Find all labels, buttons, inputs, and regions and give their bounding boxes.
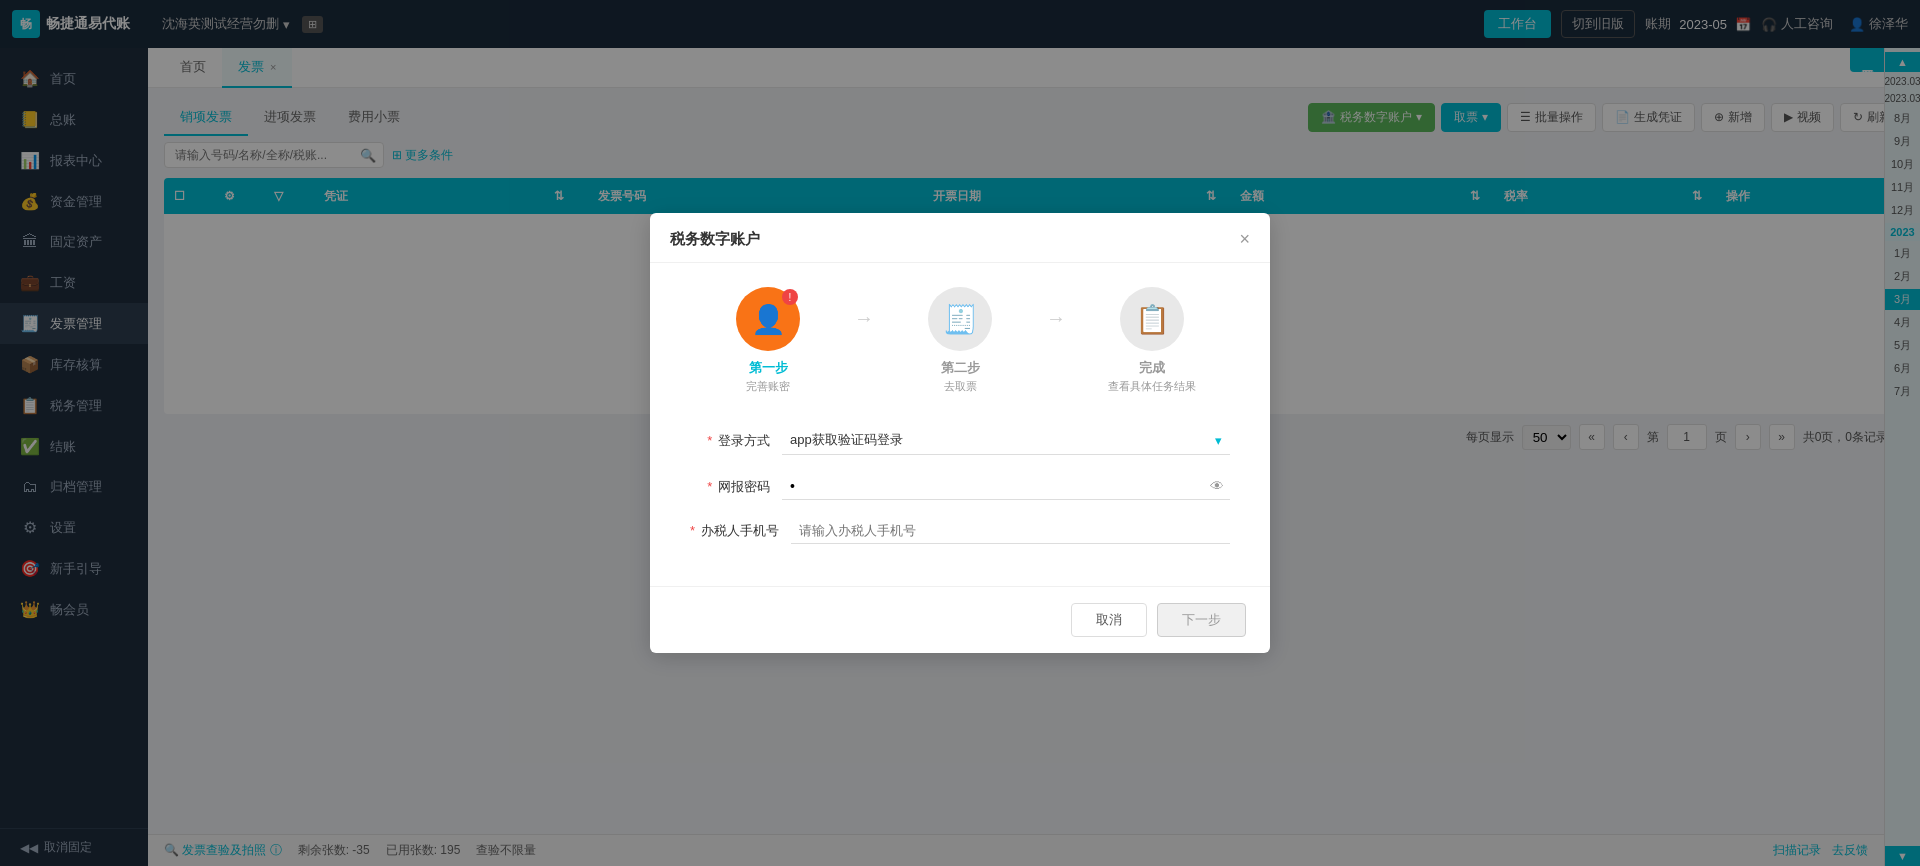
modal-dialog: 税务数字账户 × 👤 ! 第一步 完善账密 → — [650, 213, 1270, 653]
required-star-3: * — [690, 523, 695, 538]
password-input-wrap: 👁 — [782, 473, 1230, 500]
step-2-desc: 去取票 — [944, 379, 977, 394]
step-3-label: 完成 — [1139, 359, 1165, 377]
modal-title: 税务数字账户 — [670, 230, 760, 249]
modal-overlay[interactable]: 税务数字账户 × 👤 ! 第一步 完善账密 → — [0, 0, 1920, 866]
step-2-symbol: 🧾 — [943, 303, 978, 336]
password-input[interactable] — [782, 473, 1230, 499]
modal-footer: 取消 下一步 — [650, 586, 1270, 653]
eye-icon[interactable]: 👁 — [1210, 478, 1224, 494]
step-arrow-1: → — [846, 307, 882, 330]
step-1-icon: 👤 ! — [736, 287, 800, 351]
step-1-badge-text: ! — [789, 292, 792, 303]
modal-body: 👤 ! 第一步 完善账密 → 🧾 第二步 去取票 — [650, 263, 1270, 586]
modal-close-button[interactable]: × — [1239, 229, 1250, 250]
step-2-label: 第二步 — [941, 359, 980, 377]
select-dropdown-icon: ▾ — [1215, 433, 1222, 448]
required-star-1: * — [707, 433, 712, 448]
step-1-desc: 完善账密 — [746, 379, 790, 394]
cancel-button[interactable]: 取消 — [1071, 603, 1147, 637]
modal-header: 税务数字账户 × — [650, 213, 1270, 263]
step-1-label: 第一步 — [749, 359, 788, 377]
phone-row: * 办税人手机号 — [690, 518, 1230, 544]
step-3-symbol: 📋 — [1135, 303, 1170, 336]
step-1: 👤 ! 第一步 完善账密 — [690, 287, 846, 394]
steps-indicator: 👤 ! 第一步 完善账密 → 🧾 第二步 去取票 — [690, 287, 1230, 394]
step-arrow-2: → — [1038, 307, 1074, 330]
login-method-value: app获取验证码登录 — [790, 431, 903, 449]
phone-input[interactable] — [791, 518, 1230, 544]
login-method-select[interactable]: app获取验证码登录 ▾ — [782, 426, 1230, 455]
login-method-label: * 登录方式 — [690, 432, 770, 450]
step-3: 📋 完成 查看具体任务结果 — [1074, 287, 1230, 394]
password-label: * 网报密码 — [690, 478, 770, 496]
step-2: 🧾 第二步 去取票 — [882, 287, 1038, 394]
step-1-badge: ! — [782, 289, 798, 305]
step-1-symbol: 👤 — [751, 303, 786, 336]
next-button[interactable]: 下一步 — [1157, 603, 1246, 637]
password-row: * 网报密码 👁 — [690, 473, 1230, 500]
required-star-2: * — [707, 479, 712, 494]
step-3-desc: 查看具体任务结果 — [1108, 379, 1196, 394]
step-2-icon: 🧾 — [928, 287, 992, 351]
step-3-icon: 📋 — [1120, 287, 1184, 351]
phone-label: * 办税人手机号 — [690, 522, 779, 540]
login-method-row: * 登录方式 app获取验证码登录 ▾ — [690, 426, 1230, 455]
